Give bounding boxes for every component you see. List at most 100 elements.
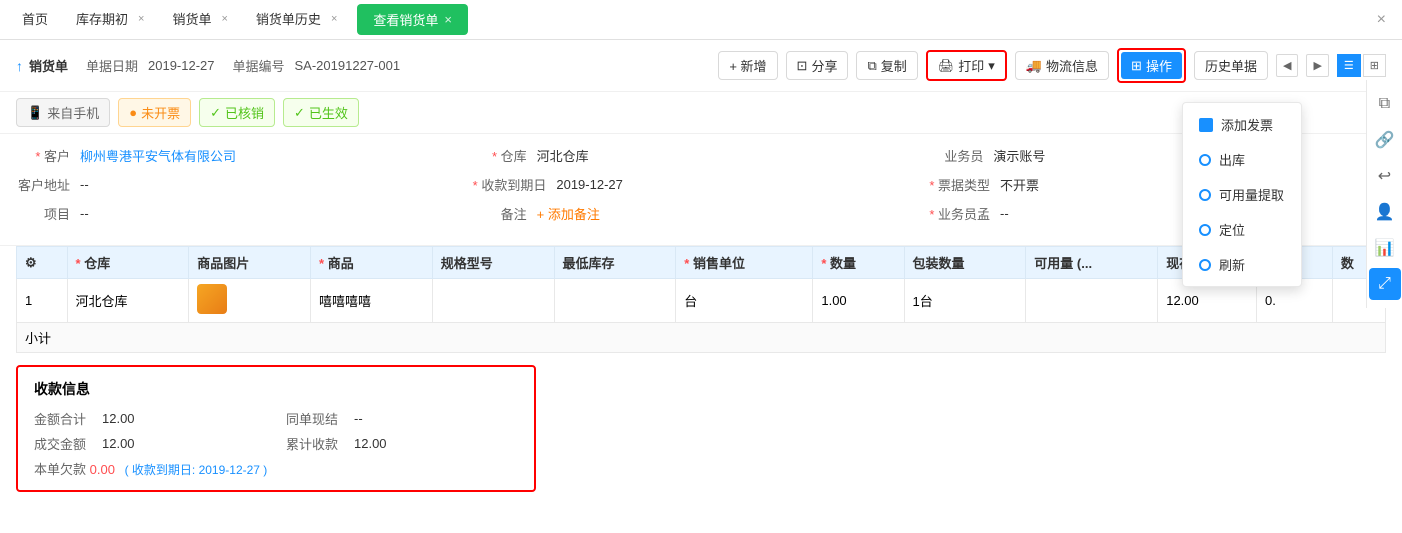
amount-row: 金额合计 12.00 (34, 409, 266, 428)
row-pack-qty: 1台 (904, 279, 1026, 323)
operation-button[interactable]: ⊞ 操作 (1121, 52, 1182, 79)
copy-label: 复制 (881, 56, 907, 75)
doc-type-label: 销货单 (29, 56, 68, 75)
sidebar-icon-chart[interactable]: 📊 (1369, 232, 1401, 264)
tab-home[interactable]: 首页 (8, 0, 62, 40)
col-available: 可用量 (... (1026, 247, 1158, 279)
window-close-button[interactable]: × (1369, 7, 1394, 33)
copy-button[interactable]: ⧉ 复制 (856, 51, 917, 80)
menu-outbound[interactable]: 出库 (1183, 142, 1301, 177)
logistics-button[interactable]: 🚚 物流信息 (1015, 51, 1109, 80)
tab-view-close[interactable]: × (444, 12, 452, 27)
sidebar-icon-copy[interactable]: ⧉ (1369, 88, 1401, 120)
main-content: ↑ 销货单 单据日期 2019-12-27 单据编号 SA-20191227-0… (0, 40, 1402, 533)
amount-value: 12.00 (102, 411, 135, 426)
effective-icon: ✓ (294, 105, 305, 121)
tab-history[interactable]: 销货单历史 × (242, 0, 351, 40)
cumulative-row: 累计收款 12.00 (286, 434, 518, 453)
date-label: 单据日期 (84, 56, 144, 75)
new-button[interactable]: + 新增 (718, 51, 777, 80)
operation-icon: ⊞ (1131, 58, 1142, 74)
sidebar-icon-expand[interactable]: ⤢ (1369, 268, 1401, 300)
checked-badge[interactable]: ✓ 已核销 (199, 98, 275, 127)
tab-history-close[interactable]: × (331, 13, 337, 25)
history-button[interactable]: 历史单据 (1194, 51, 1268, 80)
doc-number-meta: 单据编号 SA-20191227-001 (231, 56, 401, 75)
col-warehouse: 仓库 (67, 247, 189, 279)
form-row-2: 客户地址 -- 收款到期日 2019-12-27 票据类型 不开票 (16, 175, 1386, 194)
same-order-value: -- (354, 411, 363, 426)
not-open-icon: ● (129, 105, 137, 120)
warehouse-value: 河北仓库 (537, 146, 657, 165)
bottom-info: 收款信息 金额合计 12.00 同单现结 -- 成交金额 12.00 累计收款 … (0, 353, 1402, 504)
print-icon: 🖨 (938, 58, 955, 74)
print-button[interactable]: 🖨 打印 ▾ (926, 50, 1007, 81)
salesman-field: 业务员孟 -- (929, 204, 1386, 223)
add-invoice-label: 添加发票 (1221, 115, 1273, 134)
tab-inventory[interactable]: 库存期初 × (62, 0, 158, 40)
col-settings[interactable]: ⚙ (17, 247, 68, 279)
doc-type-title: ↑ 销货单 (16, 56, 68, 75)
payment-info-box: 收款信息 金额合计 12.00 同单现结 -- 成交金额 12.00 累计收款 … (16, 365, 536, 492)
sidebar-icon-link[interactable]: 🔗 (1369, 124, 1401, 156)
menu-refresh[interactable]: 刷新 (1183, 247, 1301, 282)
payment-title: 收款信息 (34, 379, 518, 399)
subtotal-row: 小计 (17, 323, 1386, 353)
ticket-label: 票据类型 (929, 175, 996, 194)
doc-date-meta: 单据日期 2019-12-27 (84, 56, 215, 75)
col-unit: 销售单位 (676, 247, 813, 279)
locate-icon (1199, 224, 1211, 236)
this-order-label: 本单欠款 (34, 462, 86, 477)
project-label: 项目 (16, 204, 76, 223)
ticket-field: 票据类型 不开票 (929, 175, 1386, 194)
view-toggle: ☰ ⊞ (1337, 54, 1386, 77)
not-open-label: 未开票 (141, 103, 180, 122)
prev-button[interactable]: ◀ (1276, 54, 1298, 77)
payment-grid: 金额合计 12.00 同单现结 -- 成交金额 12.00 累计收款 12.00… (34, 409, 518, 478)
menu-add-invoice[interactable]: 添加发票 (1183, 107, 1301, 142)
effective-badge[interactable]: ✓ 已生效 (283, 98, 359, 127)
col-product: 商品 (311, 247, 433, 279)
doc-header: ↑ 销货单 单据日期 2019-12-27 单据编号 SA-20191227-0… (0, 40, 1402, 92)
tab-inventory-label: 库存期初 (76, 9, 128, 28)
customer-value[interactable]: 柳州粤港平安气体有限公司 (80, 146, 236, 165)
tab-view-sales[interactable]: 查看销货单 × (357, 4, 468, 35)
logistics-label: 物流信息 (1046, 56, 1098, 75)
project-value: -- (80, 206, 200, 221)
due-date-field: 收款到期日 2019-12-27 (473, 175, 930, 194)
row-available (1026, 279, 1158, 323)
row-image (189, 279, 311, 323)
grid-view-button[interactable]: ⊞ (1363, 54, 1386, 77)
tab-inventory-close[interactable]: × (138, 13, 144, 25)
from-mobile-badge[interactable]: 📱 来自手机 (16, 98, 110, 127)
history-label: 历史单据 (1205, 56, 1257, 75)
menu-locate[interactable]: 定位 (1183, 212, 1301, 247)
row-warehouse: 河北仓库 (67, 279, 189, 323)
number-label: 单据编号 (231, 56, 291, 75)
col-qty: 数量 (813, 247, 904, 279)
add-remark-btn[interactable]: + 添加备注 (537, 204, 657, 223)
not-open-badge[interactable]: ● 未开票 (118, 98, 191, 127)
tab-sales[interactable]: 销货单 × (158, 0, 241, 40)
share-button[interactable]: ⊡ 分享 (786, 51, 849, 80)
tab-sales-label: 销货单 (172, 9, 211, 28)
subtotal-label: 小计 (17, 323, 1386, 353)
row-spec (432, 279, 554, 323)
new-label: + 新增 (729, 56, 766, 75)
cumulative-value: 12.00 (354, 436, 387, 451)
list-view-button[interactable]: ☰ (1337, 54, 1361, 77)
sidebar-icon-undo[interactable]: ↩ (1369, 160, 1401, 192)
table-header-row: ⚙ 仓库 商品图片 商品 规格型号 最低库存 销售单位 数量 包装数量 可用量 … (17, 247, 1386, 279)
sidebar-icon-user[interactable]: 👤 (1369, 196, 1401, 228)
address-label: 客户地址 (16, 175, 76, 194)
copy-icon: ⧉ (867, 58, 876, 74)
next-button[interactable]: ▶ (1306, 54, 1328, 77)
staff-field: 业务员 演示账号 (929, 146, 1386, 165)
tab-sales-close[interactable]: × (221, 13, 227, 25)
same-order-row: 同单现结 -- (286, 409, 518, 428)
outbound-icon (1199, 154, 1211, 166)
row-product: 嘻嘻嘻嘻 (311, 279, 433, 323)
menu-available-extract[interactable]: 可用量提取 (1183, 177, 1301, 212)
row-qty: 1.00 (813, 279, 904, 323)
col-image: 商品图片 (189, 247, 311, 279)
